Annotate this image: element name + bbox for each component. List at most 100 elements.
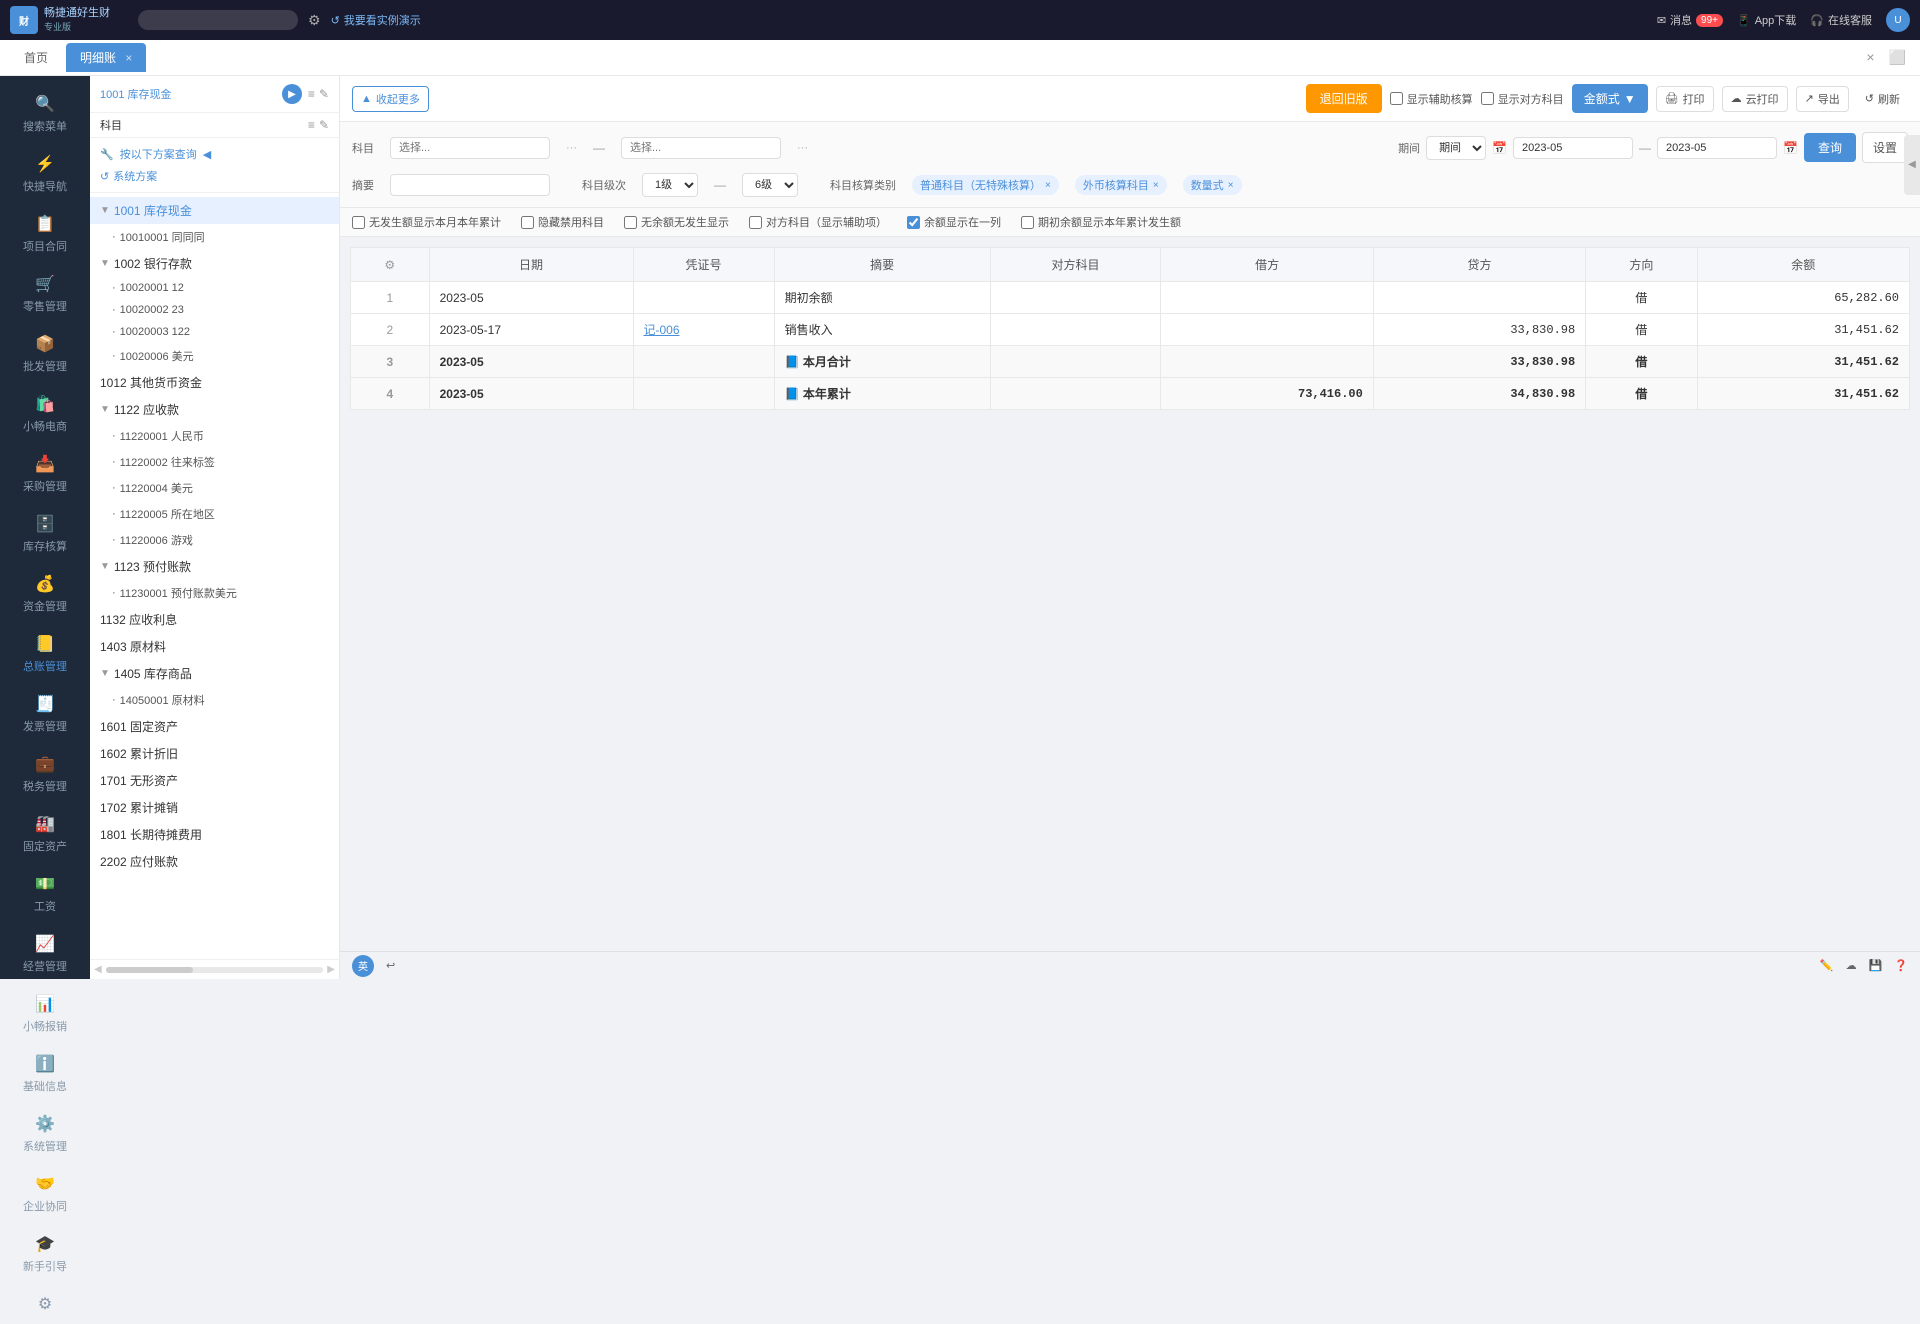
tree-item-1122[interactable]: ▼ 1122 应收款 <box>90 396 339 423</box>
tag-normal-close[interactable]: × <box>1045 180 1051 191</box>
sidebar-gear-icon[interactable]: ⚙ <box>28 1284 62 1324</box>
tree-item-10020003[interactable]: · 10020003 122 <box>90 321 339 343</box>
gear-th-icon[interactable]: ⚙ <box>384 258 395 272</box>
tree-item-1012[interactable]: 1012 其他货币资金 <box>90 369 339 396</box>
lang-btn[interactable]: 英 <box>352 955 374 977</box>
user-avatar[interactable]: U <box>1886 8 1910 32</box>
bottom-back-btn[interactable]: ↩ <box>386 959 395 972</box>
sidebar-item-guide[interactable]: 🎓 新手引导 <box>0 1224 90 1284</box>
sidebar-item-system[interactable]: ⚙️ 系统管理 <box>0 1104 90 1164</box>
tree-item-1403[interactable]: 1403 原材料 <box>90 633 339 660</box>
bottom-save-icon[interactable]: 💾 <box>1869 959 1883 972</box>
app-download-btn[interactable]: 📱 App下载 <box>1737 12 1796 28</box>
cb-initial-balance-input[interactable] <box>1021 216 1034 229</box>
tree-item-10020001[interactable]: · 10020001 12 <box>90 277 339 299</box>
tab-home[interactable]: 首页 <box>10 43 62 72</box>
scroll-left-btn[interactable]: ◀ <box>94 964 102 975</box>
tree-item-10010001[interactable]: · 10010001 同同同 <box>90 224 339 250</box>
settings-btn[interactable]: 设置 <box>1862 132 1908 163</box>
sidebar-item-quick-nav[interactable]: ⚡ 快捷导航 <box>0 144 90 204</box>
nav-forward-btn[interactable]: ▶ <box>282 84 302 104</box>
filter-scheme-title[interactable]: 🔧 按以下方案查询 ◀ <box>100 146 329 162</box>
sidebar-item-project[interactable]: 📋 项目合同 <box>0 204 90 264</box>
sidebar-item-purchase[interactable]: 📥 采购管理 <box>0 444 90 504</box>
sidebar-item-base-info[interactable]: ℹ️ 基础信息 <box>0 1044 90 1104</box>
subject-edit-icon[interactable]: ✎ <box>319 118 329 132</box>
tag-foreign-close[interactable]: × <box>1153 180 1159 191</box>
edit-icon[interactable]: ✎ <box>319 87 329 101</box>
bottom-edit-icon[interactable]: ✏️ <box>1820 959 1834 972</box>
th-gear[interactable]: ⚙ <box>351 248 430 282</box>
sidebar-item-ledger[interactable]: 📒 总账管理 <box>0 624 90 684</box>
demo-btn[interactable]: ↺ 我要看实例演示 <box>331 12 421 28</box>
tree-item-11220001[interactable]: · 11220001 人民币 <box>90 423 339 449</box>
tree-item-1132[interactable]: 1132 应收利息 <box>90 606 339 633</box>
tree-item-1801[interactable]: 1801 长期待摊费用 <box>90 821 339 848</box>
tree-item-11220006[interactable]: · 11220006 游戏 <box>90 527 339 553</box>
list-icon[interactable]: ≡ <box>308 87 315 101</box>
tree-item-1702[interactable]: 1702 累计摊销 <box>90 794 339 821</box>
filter-subject-input[interactable] <box>390 137 550 159</box>
sidebar-item-fund[interactable]: 💰 资金管理 <box>0 564 90 624</box>
window-close-icon[interactable]: × <box>1862 47 1878 68</box>
tree-item-2202[interactable]: 2202 应付账款 <box>90 848 339 875</box>
query-btn[interactable]: 查询 <box>1804 133 1856 162</box>
tree-item-1602[interactable]: 1602 累计折旧 <box>90 740 339 767</box>
period-end-input[interactable] <box>1657 137 1777 159</box>
bottom-help-icon[interactable]: ❓ <box>1894 959 1908 972</box>
sidebar-item-wholesale[interactable]: 📦 批发管理 <box>0 324 90 384</box>
sidebar-item-operation[interactable]: 📈 经营管理 <box>0 924 90 984</box>
amount-btn[interactable]: 金额式 ▼ <box>1572 84 1648 113</box>
back-btn[interactable]: 退回旧版 <box>1306 84 1382 113</box>
system-plan-btn[interactable]: ↺ 系统方案 <box>100 168 329 184</box>
check-contra-subject-input[interactable] <box>1481 92 1494 105</box>
horizontal-scrollbar[interactable] <box>106 967 324 973</box>
tree-item-11230001[interactable]: · 11230001 预付账款美元 <box>90 580 339 606</box>
cb-no-balance-input[interactable] <box>352 216 365 229</box>
tree-item-1405[interactable]: ▼ 1405 库存商品 <box>90 660 339 687</box>
tree-item-10020006[interactable]: · 10020006 美元 <box>90 343 339 369</box>
tree-item-10020002[interactable]: · 10020002 23 <box>90 299 339 321</box>
cb-contra-subject-input[interactable] <box>749 216 762 229</box>
tree-item-11220004[interactable]: · 11220004 美元 <box>90 475 339 501</box>
window-maximize-icon[interactable]: ⬜ <box>1885 47 1910 68</box>
sidebar-item-tax[interactable]: 💼 税务管理 <box>0 744 90 804</box>
sidebar-item-invoice[interactable]: 🧾 发票管理 <box>0 684 90 744</box>
cb-hide-disabled-input[interactable] <box>521 216 534 229</box>
tree-item-1701[interactable]: 1701 无形资产 <box>90 767 339 794</box>
refresh-btn[interactable]: ↺ 刷新 <box>1857 87 1908 111</box>
tree-item-1123[interactable]: ▼ 1123 预付账款 <box>90 553 339 580</box>
sidebar-item-retail[interactable]: 🛒 零售管理 <box>0 264 90 324</box>
cloud-print-btn[interactable]: ☁ 云打印 <box>1722 86 1788 112</box>
tree-item-1001[interactable]: ▼ 1001 库存现金 <box>90 197 339 224</box>
tree-item-14050001[interactable]: · 14050001 原材料 <box>90 687 339 713</box>
tree-item-1002[interactable]: ▼ 1002 银行存款 <box>90 250 339 277</box>
check-aux-calc-input[interactable] <box>1390 92 1403 105</box>
top-search-input[interactable] <box>138 10 298 30</box>
tree-item-11220002[interactable]: · 11220002 往来标签 <box>90 449 339 475</box>
online-service-btn[interactable]: 🎧 在线客服 <box>1810 12 1872 28</box>
voucher-link-2[interactable]: 记-006 <box>644 323 680 337</box>
scroll-right-btn[interactable]: ▶ <box>327 964 335 975</box>
sidebar-item-ecommerce[interactable]: 🛍️ 小畅电商 <box>0 384 90 444</box>
expand-btn[interactable]: ▲ 收起更多 <box>352 86 429 112</box>
sidebar-item-search[interactable]: 🔍 搜索菜单 <box>0 84 90 144</box>
filter-collapse-btn[interactable]: ◀ <box>1904 135 1920 195</box>
sidebar-item-cooperation[interactable]: 🤝 企业协同 <box>0 1164 90 1224</box>
level-start-select[interactable]: 1级 <box>642 173 698 197</box>
filter-summary-input[interactable] <box>390 174 550 196</box>
tag-quantity-close[interactable]: × <box>1228 180 1234 191</box>
level-end-select[interactable]: 6级 <box>742 173 798 197</box>
sidebar-item-inventory[interactable]: 🗄️ 库存核算 <box>0 504 90 564</box>
bottom-cloud-icon[interactable]: ☁ <box>1846 959 1857 972</box>
settings-icon[interactable]: ⚙ <box>308 12 321 29</box>
tab-close-icon[interactable]: × <box>125 51 132 65</box>
tree-item-1601[interactable]: 1601 固定资产 <box>90 713 339 740</box>
cb-balance-one-col-input[interactable] <box>907 216 920 229</box>
tab-detail-account[interactable]: 明细账 × <box>66 43 146 72</box>
tree-item-11220005[interactable]: · 11220005 所在地区 <box>90 501 339 527</box>
cb-no-balance-show-input[interactable] <box>624 216 637 229</box>
sidebar-item-salary[interactable]: 💵 工资 <box>0 864 90 924</box>
period-start-input[interactable] <box>1513 137 1633 159</box>
export-btn[interactable]: ↗ 导出 <box>1796 86 1849 112</box>
